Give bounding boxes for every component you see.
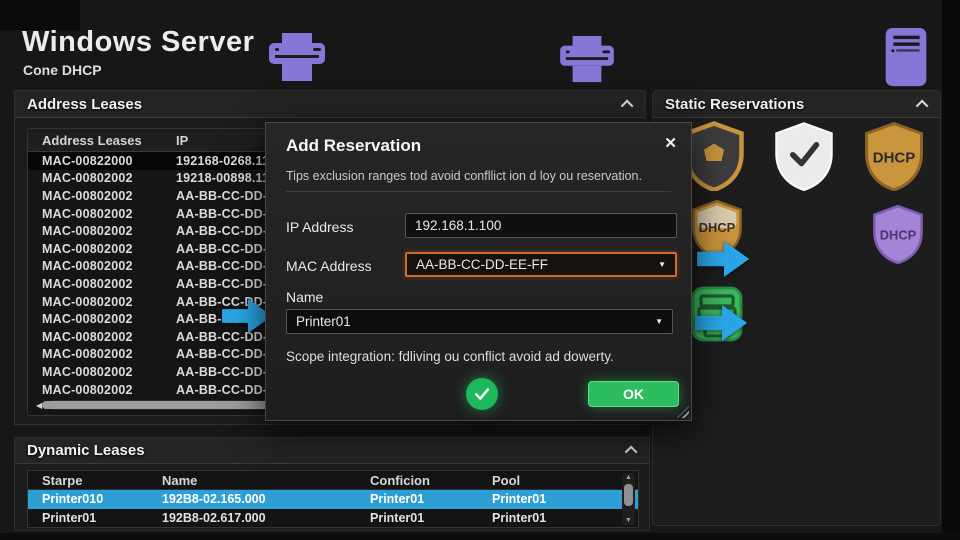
column-header-stage: Starpe <box>42 472 83 488</box>
row-stage: Printer010 <box>42 492 104 507</box>
scroll-up-icon[interactable]: ▲ <box>622 474 635 481</box>
name-value: Printer01 <box>296 314 351 329</box>
dialog-note: Scope integration: fdliving ou conflict … <box>286 349 614 364</box>
address-leases-header[interactable]: Address Leases <box>15 91 645 118</box>
row-conficion: Printer01 <box>370 492 425 507</box>
chevron-down-icon: ▼ <box>658 260 666 269</box>
row-name: 192B8-02.165.000 <box>162 492 266 507</box>
ip-address-field[interactable]: 192.168.1.100 <box>405 213 677 238</box>
row-pool: Printer01 <box>492 510 547 525</box>
shield-check-icon[interactable] <box>773 121 835 196</box>
ip-address-label: IP Address <box>286 219 354 235</box>
lease-mac: MAC-00802002 <box>42 312 133 327</box>
chevron-up-icon[interactable] <box>624 445 638 459</box>
lease-mac: MAC-00802002 <box>42 364 133 379</box>
mac-address-label: MAC Address <box>286 258 372 274</box>
ok-button[interactable]: OK <box>588 381 679 407</box>
server-icon <box>880 26 932 93</box>
chevron-up-icon[interactable] <box>620 99 634 112</box>
lease-mac: MAC-00802002 <box>42 259 133 274</box>
ip-address-value: 192.168.1.100 <box>415 218 502 233</box>
shield-dhcp-gold-icon[interactable]: DHCP <box>863 121 925 196</box>
dynamic-leases-table: Starpe Name Conficion Pool Printer010 19… <box>27 470 639 528</box>
lease-mac: MAC-00802002 <box>42 347 133 362</box>
lease-mac: MAC-00802002 <box>42 171 133 186</box>
scroll-down-icon[interactable]: ▼ <box>622 517 635 524</box>
lease-mac: MAC-00802002 <box>42 241 133 256</box>
dynamic-leases-panel: Dynamic Leases Starpe Name Conficion Poo… <box>14 437 650 531</box>
dialog-subtitle: Tips exclusion ranges tod avoid confllic… <box>286 169 642 183</box>
address-leases-title: Address Leases <box>27 95 143 113</box>
shield-dot-icon[interactable] <box>683 121 745 196</box>
check-circle-icon <box>466 378 498 410</box>
column-header-name: Name <box>162 472 198 488</box>
name-label: Name <box>286 289 324 305</box>
bottom-edge-strip <box>0 533 960 540</box>
resize-handle[interactable] <box>677 406 689 418</box>
lease-mac: MAC-00822000 <box>42 153 133 168</box>
lease-mac: MAC-00802002 <box>42 206 133 221</box>
mac-address-value: AA-BB-CC-DD-EE-FF <box>416 257 548 272</box>
lease-mac: MAC-00802002 <box>42 382 133 397</box>
column-header-conficion: Conficion <box>370 472 430 488</box>
add-reservation-dialog: Add Reservation ✕ Tips exclusion ranges … <box>265 122 692 421</box>
static-reservations-panel: Static Reservations DHCP DHCP DHCP <box>652 90 941 526</box>
mac-address-dropdown[interactable]: AA-BB-CC-DD-EE-FF ▼ <box>405 252 677 277</box>
column-header-pool: Pool <box>492 472 521 488</box>
dynamic-leases-rows: Printer010 192B8-02.165.000 Printer01 Pr… <box>28 490 638 527</box>
svg-text:DHCP: DHCP <box>873 149 916 166</box>
svg-text:DHCP: DHCP <box>699 220 736 235</box>
printer-icon <box>265 33 329 88</box>
dynamic-leases-header[interactable]: Dynamic Leases <box>15 438 649 464</box>
row-pool: Printer01 <box>492 492 547 507</box>
dynamic-leases-title: Dynamic Leases <box>27 442 145 459</box>
dialog-title: Add Reservation <box>286 136 422 155</box>
vertical-scrollbar[interactable]: ▲ ▼ <box>622 473 635 525</box>
row-name: 192B8-02.617.000 <box>162 510 266 525</box>
name-dropdown[interactable]: Printer01 ▼ <box>286 309 673 334</box>
lease-mac: MAC-00802002 <box>42 224 133 239</box>
lease-mac: MAC-00802002 <box>42 294 133 309</box>
row-conficion: Printer01 <box>370 510 425 525</box>
close-icon[interactable]: ✕ <box>664 134 677 152</box>
lease-mac: MAC-00802002 <box>42 188 133 203</box>
scrollbar-thumb[interactable] <box>624 484 633 506</box>
printer-icon <box>556 36 618 89</box>
svg-text:DHCP: DHCP <box>880 227 917 242</box>
dynamic-leases-column-header: Starpe Name Conficion Pool <box>28 471 638 490</box>
page-subtitle: Cone DHCP <box>23 62 102 78</box>
static-reservations-title: Static Reservations <box>665 95 805 113</box>
right-edge-strip <box>942 0 960 540</box>
static-reservations-header[interactable]: Static Reservations <box>653 91 940 118</box>
page-title: Windows Server <box>22 26 255 58</box>
column-header-mac: Address Leases <box>42 132 142 148</box>
arrow-right-icon <box>697 239 751 284</box>
arrow-right-icon <box>695 303 749 348</box>
chevron-down-icon: ▼ <box>655 317 663 326</box>
table-row[interactable]: Printer010 192B8-02.165.000 Printer01 Pr… <box>28 490 638 509</box>
row-stage: Printer01 <box>42 510 97 525</box>
shield-dhcp-purple-icon[interactable]: DHCP <box>871 204 925 269</box>
lease-mac: MAC-00802002 <box>42 276 133 291</box>
divider <box>286 191 671 192</box>
chevron-up-icon[interactable] <box>915 99 929 112</box>
lease-mac: MAC-00802002 <box>42 329 133 344</box>
table-row[interactable]: Printer01 192B8-02.617.000 Printer01 Pri… <box>28 509 638 528</box>
